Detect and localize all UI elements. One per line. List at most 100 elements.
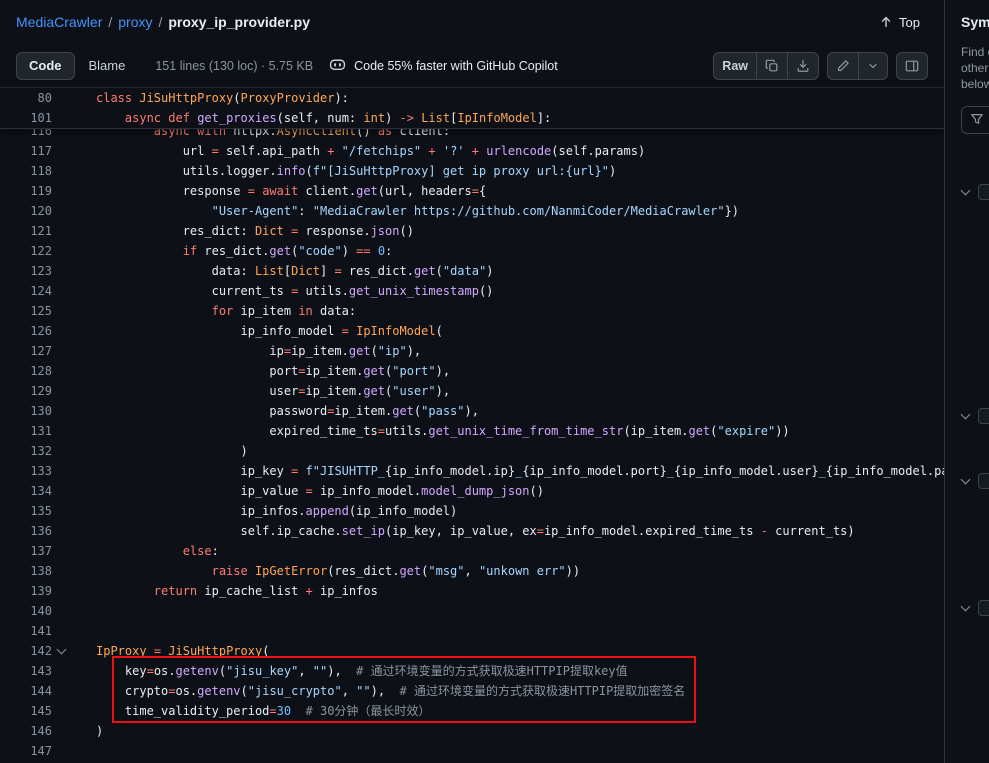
code-text: ip_key = f"JISUHTTP_{ip_info_model.ip}_{… <box>96 461 944 481</box>
line-number[interactable]: 125 <box>0 301 52 321</box>
line-number[interactable]: 133 <box>0 461 52 481</box>
code-line: 117 url = self.api_path + "/fetchips" + … <box>0 141 944 161</box>
fold-gutter <box>52 381 70 401</box>
filter-icon <box>970 112 984 129</box>
code-text: self.ip_cache.set_ip(ip_key, ip_value, e… <box>96 521 855 541</box>
code-text: time_validity_period=30 # 30分钟（最长时效） <box>96 701 430 721</box>
line-number[interactable]: 146 <box>0 721 52 741</box>
line-number[interactable]: 138 <box>0 561 52 581</box>
code-line: 143 key=os.getenv("jisu_key", ""), # 通过环… <box>0 661 944 681</box>
chevron-down-icon <box>961 475 971 485</box>
fold-gutter <box>52 601 70 621</box>
line-number[interactable]: 118 <box>0 161 52 181</box>
fold-gutter <box>52 521 70 541</box>
pencil-icon <box>836 59 850 73</box>
line-number[interactable]: 132 <box>0 441 52 461</box>
raw-actions-group: Raw <box>713 52 819 80</box>
symbol-group-toggle[interactable] <box>962 600 989 616</box>
fold-gutter <box>52 361 70 381</box>
code-text: data: List[Dict] = res_dict.get("data") <box>96 261 493 281</box>
code-text: IpProxy = JiSuHttpProxy( <box>96 641 269 661</box>
breadcrumb-repo-link[interactable]: MediaCrawler <box>16 14 102 30</box>
code-line: 120 "User-Agent": "MediaCrawler https://… <box>0 201 944 221</box>
scroll-to-top-button[interactable]: Top <box>871 11 928 34</box>
fold-gutter <box>52 181 70 201</box>
line-number[interactable]: 123 <box>0 261 52 281</box>
tab-code[interactable]: Code <box>16 52 75 80</box>
fold-gutter <box>52 281 70 301</box>
line-number[interactable]: 129 <box>0 381 52 401</box>
line-number[interactable]: 145 <box>0 701 52 721</box>
raw-button[interactable]: Raw <box>713 52 757 80</box>
fold-gutter <box>52 301 70 321</box>
code-text: crypto=os.getenv("jisu_crypto", ""), # 通… <box>96 681 685 701</box>
file-toolbar: Code Blame 151 lines (130 loc) · 5.75 KB… <box>0 44 944 88</box>
code-text: return ip_cache_list + ip_infos <box>96 581 378 601</box>
line-number[interactable]: 119 <box>0 181 52 201</box>
line-number[interactable]: 80 <box>0 88 52 108</box>
fold-gutter <box>52 261 70 281</box>
symbols-panel-toggle-button[interactable] <box>896 52 928 80</box>
line-number[interactable]: 147 <box>0 741 52 761</box>
toolbar-actions: Raw <box>713 52 928 80</box>
line-number[interactable]: 101 <box>0 108 52 128</box>
fold-gutter <box>52 581 70 601</box>
code-line: 123 data: List[Dict] = res_dict.get("dat… <box>0 261 944 281</box>
fold-toggle[interactable] <box>52 641 70 661</box>
symbol-kind-icon <box>978 408 989 424</box>
clipped-code-line: 116 async with httpx.AsyncClient() as cl… <box>0 129 944 141</box>
symbol-group-toggle[interactable] <box>962 184 989 200</box>
symbol-group-toggle[interactable] <box>962 473 989 489</box>
code-blame-switcher: Code Blame <box>16 52 139 80</box>
line-number[interactable]: 130 <box>0 401 52 421</box>
code-text: ) <box>96 441 248 461</box>
code-text: current_ts = utils.get_unix_timestamp() <box>96 281 493 301</box>
edit-dropdown-button[interactable] <box>858 52 888 80</box>
line-number[interactable]: 117 <box>0 141 52 161</box>
fold-gutter <box>52 481 70 501</box>
code-line: 133 ip_key = f"JISUHTTP_{ip_info_model.i… <box>0 461 944 481</box>
code-line: 129 user=ip_item.get("user"), <box>0 381 944 401</box>
line-number[interactable]: 136 <box>0 521 52 541</box>
code-text: else: <box>96 541 219 561</box>
symbol-group-toggle[interactable] <box>962 408 989 424</box>
line-number[interactable]: 120 <box>0 201 52 221</box>
line-number[interactable]: 121 <box>0 221 52 241</box>
line-number[interactable]: 122 <box>0 241 52 261</box>
line-number[interactable]: 143 <box>0 661 52 681</box>
line-number[interactable]: 134 <box>0 481 52 501</box>
line-number[interactable]: 126 <box>0 321 52 341</box>
fold-gutter <box>52 461 70 481</box>
symbols-filter-input[interactable] <box>961 106 989 134</box>
file-header-bar: MediaCrawler / proxy / proxy_ip_provider… <box>0 0 944 44</box>
line-number[interactable]: 131 <box>0 421 52 441</box>
fold-gutter <box>52 161 70 181</box>
code-line: 118 utils.logger.info(f"[JiSuHttpProxy] … <box>0 161 944 181</box>
line-number[interactable]: 135 <box>0 501 52 521</box>
copilot-banner[interactable]: Code 55% faster with GitHub Copilot <box>329 56 558 76</box>
arrow-up-icon <box>879 15 893 29</box>
line-number[interactable]: 142 <box>0 641 52 661</box>
line-number[interactable]: 139 <box>0 581 52 601</box>
code-line: 131 expired_time_ts=utils.get_unix_time_… <box>0 421 944 441</box>
line-number[interactable]: 137 <box>0 541 52 561</box>
line-number[interactable]: 116 <box>0 129 52 141</box>
download-button[interactable] <box>787 52 819 80</box>
line-number[interactable]: 141 <box>0 621 52 641</box>
line-number[interactable]: 124 <box>0 281 52 301</box>
tab-blame[interactable]: Blame <box>75 52 140 80</box>
copilot-banner-text: Code 55% faster with GitHub Copilot <box>354 59 558 73</box>
line-number[interactable]: 144 <box>0 681 52 701</box>
edit-button[interactable] <box>827 52 859 80</box>
line-number[interactable]: 127 <box>0 341 52 361</box>
code-text: for ip_item in data: <box>96 301 356 321</box>
line-number[interactable]: 128 <box>0 361 52 381</box>
code-line: 144 crypto=os.getenv("jisu_crypto", ""),… <box>0 681 944 701</box>
description-line: Find definitions and references for func… <box>961 44 989 60</box>
breadcrumb-folder-link[interactable]: proxy <box>118 14 152 30</box>
line-number[interactable]: 140 <box>0 601 52 621</box>
sticky-scope-lines: 80class JiSuHttpProxy(ProxyProvider):101… <box>0 88 944 129</box>
scroll-to-top-label: Top <box>899 15 920 30</box>
code-line: 101 async def get_proxies(self, num: int… <box>0 108 944 128</box>
copy-button[interactable] <box>756 52 788 80</box>
